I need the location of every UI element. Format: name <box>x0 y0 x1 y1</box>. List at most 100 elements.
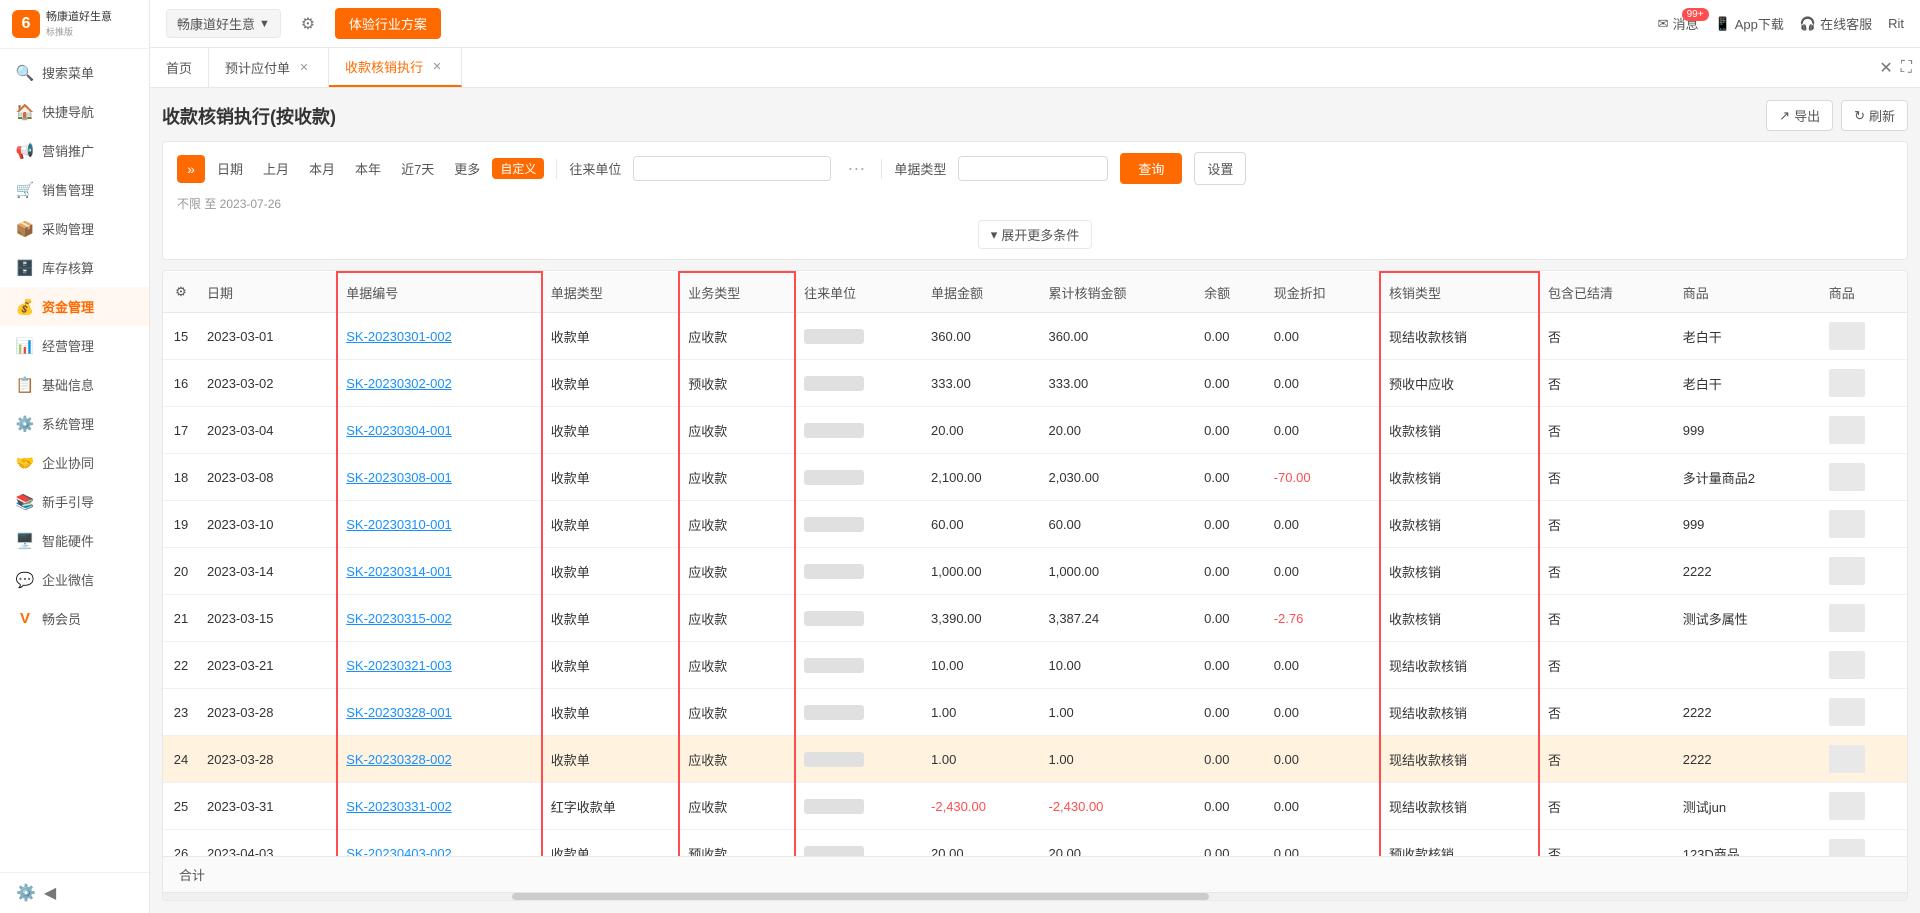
inventory-icon: 🗄️ <box>16 259 34 277</box>
cell-include-settled-6: 否 <box>1539 595 1675 642</box>
tab-collection[interactable]: 收款核销执行 ✕ <box>329 48 462 87</box>
date-btn-7days[interactable]: 近7天 <box>393 157 442 180</box>
dropdown-chevron-icon: ▼ <box>259 18 270 30</box>
partner-input[interactable] <box>633 156 831 181</box>
cell-accum-amount-1: 333.00 <box>1040 360 1196 407</box>
cell-balance-9: 0.00 <box>1196 736 1266 783</box>
filter-dots[interactable]: ··· <box>843 158 869 179</box>
sidebar-item-business[interactable]: 📊 经营管理 <box>0 326 149 365</box>
expand-chevron-icon: ▾ <box>991 227 998 243</box>
cell-partner-2: **** <box>795 407 923 454</box>
cell-bill-amount-8: 1.00 <box>923 689 1040 736</box>
sidebar-label-marketing: 营销推广 <box>42 141 94 160</box>
filter-separator-1 <box>556 159 557 179</box>
sidebar-item-system[interactable]: ⚙️ 系统管理 <box>0 404 149 443</box>
headset-icon: 🎧 <box>1800 16 1816 32</box>
cell-partner-4: **** <box>795 501 923 548</box>
cell-cancel-type-0: 现结收款核销 <box>1380 313 1539 360</box>
cell-biz-type-7: 应收款 <box>679 642 795 689</box>
table-row: 15 2023-03-01 SK-20230301-002 收款单 应收款 **… <box>163 313 1907 360</box>
cell-include-settled-11: 否 <box>1539 830 1675 857</box>
sidebar-item-marketing[interactable]: 📢 营销推广 <box>0 131 149 170</box>
sidebar-item-guide[interactable]: 📚 新手引导 <box>0 482 149 521</box>
tab-close-all-icon[interactable]: ✕ <box>1879 58 1892 78</box>
company-dropdown[interactable]: 畅康道好生意 ▼ <box>166 9 281 38</box>
cell-bill-type-10: 红字收款单 <box>542 783 679 830</box>
sidebar-item-member[interactable]: V 畅会员 <box>0 599 149 638</box>
user-name[interactable]: Rit <box>1888 16 1904 31</box>
export-icon: ↗ <box>1779 108 1790 124</box>
date-btn-thismonth[interactable]: 本月 <box>301 157 343 180</box>
filter-expand-toggle[interactable]: » <box>177 155 205 183</box>
sidebar-item-quicknav[interactable]: 🏠 快捷导航 <box>0 92 149 131</box>
sidebar-label-corp: 企业协同 <box>42 453 94 472</box>
filter-date-range: 不限 至 2023-07-26 <box>177 195 1893 212</box>
sidebar-label-purchase: 采购管理 <box>42 219 94 238</box>
sidebar-item-wechat[interactable]: 💬 企业微信 <box>0 560 149 599</box>
sidebar-menu: 🔍 搜索菜单 🏠 快捷导航 📢 营销推广 🛒 销售管理 📦 采购管理 🗄️ 库存… <box>0 49 149 872</box>
tab-prepayment-close[interactable]: ✕ <box>296 60 312 76</box>
refresh-button[interactable]: ↻ 刷新 <box>1841 100 1908 131</box>
search-icon: 🔍 <box>16 64 34 82</box>
filter-date-buttons: 上月 本月 本年 近7天 更多 自定义 <box>255 157 544 180</box>
table-row: 17 2023-03-04 SK-20230304-001 收款单 应收款 **… <box>163 407 1907 454</box>
scrollbar-thumb[interactable] <box>512 893 1210 900</box>
cell-bill-no-10: SK-20230331-002 <box>337 783 542 830</box>
cell-biz-type-3: 应收款 <box>679 454 795 501</box>
date-btn-lastmonth[interactable]: 上月 <box>255 157 297 180</box>
cell-date-6: 2023-03-15 <box>199 595 337 642</box>
horizontal-scrollbar[interactable] <box>163 892 1907 900</box>
tab-prepayment[interactable]: 预计应付单 ✕ <box>209 48 329 87</box>
query-button[interactable]: 查询 <box>1120 153 1182 184</box>
page-actions: ↗ 导出 ↻ 刷新 <box>1766 100 1908 131</box>
cell-goods2-10 <box>1821 783 1907 830</box>
settings-footer-icon[interactable]: ⚙️ <box>16 883 36 903</box>
date-btn-thisyear[interactable]: 本年 <box>347 157 389 180</box>
sidebar-item-finance[interactable]: 💰 资金管理 <box>0 287 149 326</box>
expand-more-button[interactable]: ▾ 展开更多条件 <box>978 220 1093 249</box>
col-header-settings[interactable]: ⚙ <box>163 272 199 313</box>
cell-date-5: 2023-03-14 <box>199 548 337 595</box>
cell-goods-6: 测试多属性 <box>1675 595 1821 642</box>
sidebar-item-basic[interactable]: 📋 基础信息 <box>0 365 149 404</box>
cell-balance-11: 0.00 <box>1196 830 1266 857</box>
app-download-button[interactable]: 📱 App下载 <box>1715 14 1784 33</box>
table-container[interactable]: ⚙ 日期 单据编号 单据类型 业务类型 往来单位 单据金额 累计核销金额 余额 … <box>163 271 1907 856</box>
filter-settings-button[interactable]: 设置 <box>1194 152 1246 185</box>
sidebar-item-sales[interactable]: 🛒 销售管理 <box>0 170 149 209</box>
cell-include-settled-5: 否 <box>1539 548 1675 595</box>
cell-goods2-7 <box>1821 642 1907 689</box>
sidebar-item-search[interactable]: 🔍 搜索菜单 <box>0 53 149 92</box>
sidebar-item-corp[interactable]: 🤝 企业协同 <box>0 443 149 482</box>
finance-icon: 💰 <box>16 298 34 316</box>
cell-biz-type-0: 应收款 <box>679 313 795 360</box>
custom-date-button[interactable]: 自定义 <box>492 158 544 179</box>
tab-home[interactable]: 首页 <box>150 48 209 87</box>
solution-button[interactable]: 体验行业方案 <box>335 8 441 39</box>
filter-bill-type-label: 单据类型 <box>894 159 946 178</box>
table-row: 24 2023-03-28 SK-20230328-002 收款单 应收款 **… <box>163 736 1907 783</box>
tab-fullscreen-icon[interactable]: ⛶ <box>1901 59 1912 77</box>
message-button[interactable]: ✉ 消息 99+ <box>1658 14 1699 33</box>
sidebar-item-inventory[interactable]: 🗄️ 库存核算 <box>0 248 149 287</box>
cell-bill-amount-2: 20.00 <box>923 407 1040 454</box>
tabs-actions: ✕ ⛶ <box>1871 48 1920 87</box>
tab-collection-close[interactable]: ✕ <box>429 59 445 75</box>
export-button[interactable]: ↗ 导出 <box>1766 100 1833 131</box>
online-service-button[interactable]: 🎧 在线客服 <box>1800 14 1872 33</box>
cart-icon: 🛒 <box>16 181 34 199</box>
gear-button[interactable]: ⚙ <box>293 9 323 39</box>
phone-icon: 📱 <box>1715 16 1731 32</box>
expand-more-label: 展开更多条件 <box>1001 225 1079 244</box>
cell-goods-4: 999 <box>1675 501 1821 548</box>
date-btn-more[interactable]: 更多 <box>446 157 488 180</box>
collapse-icon[interactable]: ◀ <box>44 883 56 903</box>
sidebar-item-hardware[interactable]: 🖥️ 智能硬件 <box>0 521 149 560</box>
col-header-goods: 商品 <box>1675 272 1821 313</box>
table-row: 23 2023-03-28 SK-20230328-001 收款单 应收款 **… <box>163 689 1907 736</box>
bill-type-select[interactable]: 收款单 红字收款单 <box>958 156 1108 181</box>
sidebar-item-purchase[interactable]: 📦 采购管理 <box>0 209 149 248</box>
cell-seq-11: 26 <box>163 830 199 857</box>
cell-balance-4: 0.00 <box>1196 501 1266 548</box>
table-header: ⚙ 日期 单据编号 单据类型 业务类型 往来单位 单据金额 累计核销金额 余额 … <box>163 272 1907 313</box>
